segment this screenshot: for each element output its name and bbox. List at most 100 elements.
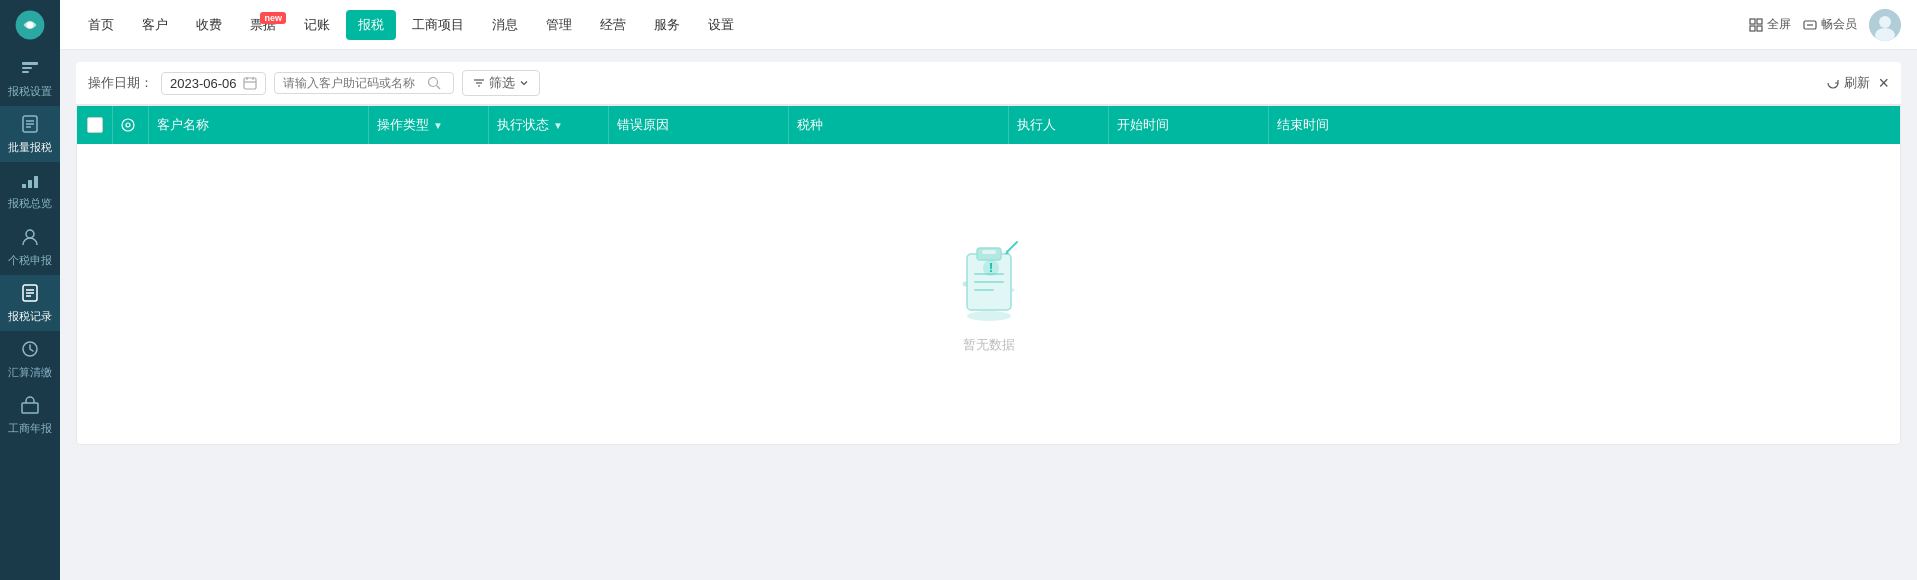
nav-gongshang-xiangmu[interactable]: 工商项目 xyxy=(400,10,476,40)
nav-jingying[interactable]: 经营 xyxy=(588,10,638,40)
empty-state: ! 暂无数据 xyxy=(949,234,1029,354)
empty-illustration: ! xyxy=(949,234,1029,324)
nav-guanli[interactable]: 管理 xyxy=(534,10,584,40)
svg-rect-10 xyxy=(28,180,32,188)
select-all-checkbox[interactable] xyxy=(87,117,103,133)
sidebar-item-baoshui-shezhi-label: 报税设置 xyxy=(8,85,52,98)
geshui-shenbao-icon xyxy=(20,227,40,252)
nav-jizhang[interactable]: 记账 xyxy=(292,10,342,40)
huisuan-jiaona-icon xyxy=(20,339,40,364)
svg-rect-18 xyxy=(22,403,38,413)
settings-icon xyxy=(121,118,135,132)
nav-shezhi[interactable]: 设置 xyxy=(696,10,746,40)
avatar[interactable] xyxy=(1869,9,1901,41)
svg-rect-28 xyxy=(244,78,256,89)
chevron-down-icon xyxy=(519,78,529,88)
sidebar: 报税设置 批量报税 报税总览 xyxy=(0,0,60,580)
th-operation-type: 操作类型 ▼ xyxy=(369,106,489,144)
calendar-icon xyxy=(243,76,257,90)
svg-point-32 xyxy=(428,78,437,87)
filter-button[interactable]: 筛选 xyxy=(462,70,540,96)
sidebar-item-piliang-baoshui[interactable]: 批量报税 xyxy=(0,106,60,162)
fullscreen-button[interactable]: 全屏 xyxy=(1749,16,1791,33)
search-input[interactable] xyxy=(283,76,423,90)
svg-line-48 xyxy=(1007,242,1017,252)
refresh-button[interactable]: 刷新 xyxy=(1826,74,1870,92)
nav-piaoju[interactable]: 票据 new xyxy=(238,10,288,40)
svg-point-37 xyxy=(126,123,130,127)
refresh-label: 刷新 xyxy=(1844,74,1870,92)
close-button[interactable]: × xyxy=(1878,74,1889,92)
svg-line-33 xyxy=(436,86,440,90)
sidebar-item-geshui-shenbao-label: 个税申报 xyxy=(8,254,52,267)
th-checkbox[interactable] xyxy=(77,106,113,144)
sidebar-item-gongshang-nianbao[interactable]: 工商年报 xyxy=(0,387,60,443)
topnav-right: 全屏 畅会员 xyxy=(1749,9,1901,41)
baoshui-zonglans-icon xyxy=(20,170,40,195)
date-picker[interactable]: 2023-06-06 xyxy=(161,72,266,95)
svg-text:!: ! xyxy=(989,261,993,275)
th-error-reason: 错误原因 xyxy=(609,106,789,144)
sidebar-item-baoshui-jilu-label: 报税记录 xyxy=(8,310,52,323)
nav-fuwu[interactable]: 服务 xyxy=(642,10,692,40)
sidebar-item-baoshui-zonglans[interactable]: 报税总览 xyxy=(0,162,60,218)
svg-rect-2 xyxy=(22,62,38,65)
svg-rect-11 xyxy=(34,176,38,188)
data-table: 客户名称 操作类型 ▼ 执行状态 ▼ 错误原因 税种 执行人 xyxy=(76,105,1901,445)
sidebar-item-gongshang-nianbao-label: 工商年报 xyxy=(8,422,52,435)
sidebar-item-geshui-shenbao[interactable]: 个税申报 xyxy=(0,219,60,275)
logo[interactable] xyxy=(0,0,60,50)
th-end-time: 结束时间 xyxy=(1269,106,1429,144)
nav-customer[interactable]: 客户 xyxy=(130,10,180,40)
svg-point-50 xyxy=(962,282,967,287)
th-executor: 执行人 xyxy=(1009,106,1109,144)
table-body: ! 暂无数据 xyxy=(77,144,1900,444)
th-start-time: 开始时间 xyxy=(1109,106,1269,144)
main-content: 首页 客户 收费 票据 new 记账 报税 工商项目 消息 管理 经营 服务 设… xyxy=(60,0,1917,580)
svg-point-26 xyxy=(1879,16,1891,28)
sidebar-item-baoshui-jilu[interactable]: 报税记录 xyxy=(0,275,60,331)
piliang-baoshui-icon xyxy=(20,114,40,139)
search-icon xyxy=(427,76,441,90)
svg-rect-22 xyxy=(1757,26,1762,31)
nav-baoshui[interactable]: 报税 xyxy=(346,10,396,40)
table-header: 客户名称 操作类型 ▼ 执行状态 ▼ 错误原因 税种 执行人 xyxy=(77,106,1900,144)
refresh-icon xyxy=(1826,76,1840,90)
date-label: 操作日期： xyxy=(88,74,153,92)
svg-rect-42 xyxy=(982,250,996,254)
svg-rect-9 xyxy=(22,184,26,188)
search-box[interactable] xyxy=(274,72,454,94)
baoshui-shezhi-icon xyxy=(20,58,40,83)
sidebar-item-piliang-baoshui-label: 批量报税 xyxy=(8,141,52,154)
svg-point-1 xyxy=(27,22,33,28)
svg-rect-3 xyxy=(22,67,32,69)
piaoju-badge: new xyxy=(260,12,286,24)
th-customer-name: 客户名称 xyxy=(149,106,369,144)
toolbar: 操作日期： 2023-06-06 xyxy=(76,62,1901,105)
sidebar-item-baoshui-shezhi[interactable]: 报税设置 xyxy=(0,50,60,106)
exec-status-filter-icon[interactable]: ▼ xyxy=(553,120,563,131)
nav-xiaoxi[interactable]: 消息 xyxy=(480,10,530,40)
member-button[interactable]: 畅会员 xyxy=(1803,16,1857,33)
svg-rect-21 xyxy=(1750,26,1755,31)
sidebar-item-huisuan-jiaona[interactable]: 汇算清缴 xyxy=(0,331,60,387)
nav-shoufei[interactable]: 收费 xyxy=(184,10,234,40)
svg-rect-20 xyxy=(1757,19,1762,24)
th-tax-type: 税种 xyxy=(789,106,1009,144)
gongshang-nianbao-icon xyxy=(20,395,40,420)
date-value: 2023-06-06 xyxy=(170,76,237,91)
baoshui-jilu-icon xyxy=(20,283,40,308)
sidebar-item-baoshui-zonglans-label: 报税总览 xyxy=(8,197,52,210)
filter-label: 筛选 xyxy=(489,74,515,92)
nav-home[interactable]: 首页 xyxy=(76,10,126,40)
th-settings[interactable] xyxy=(113,106,149,144)
svg-point-12 xyxy=(26,230,34,238)
svg-rect-19 xyxy=(1750,19,1755,24)
svg-point-39 xyxy=(967,311,1011,321)
svg-point-38 xyxy=(122,119,134,131)
nav-items: 首页 客户 收费 票据 new 记账 报税 工商项目 消息 管理 经营 服务 设… xyxy=(76,10,1749,40)
topnav: 首页 客户 收费 票据 new 记账 报税 工商项目 消息 管理 经营 服务 设… xyxy=(60,0,1917,50)
operation-type-filter-icon[interactable]: ▼ xyxy=(433,120,443,131)
svg-rect-4 xyxy=(22,71,29,73)
svg-point-51 xyxy=(1011,289,1014,292)
